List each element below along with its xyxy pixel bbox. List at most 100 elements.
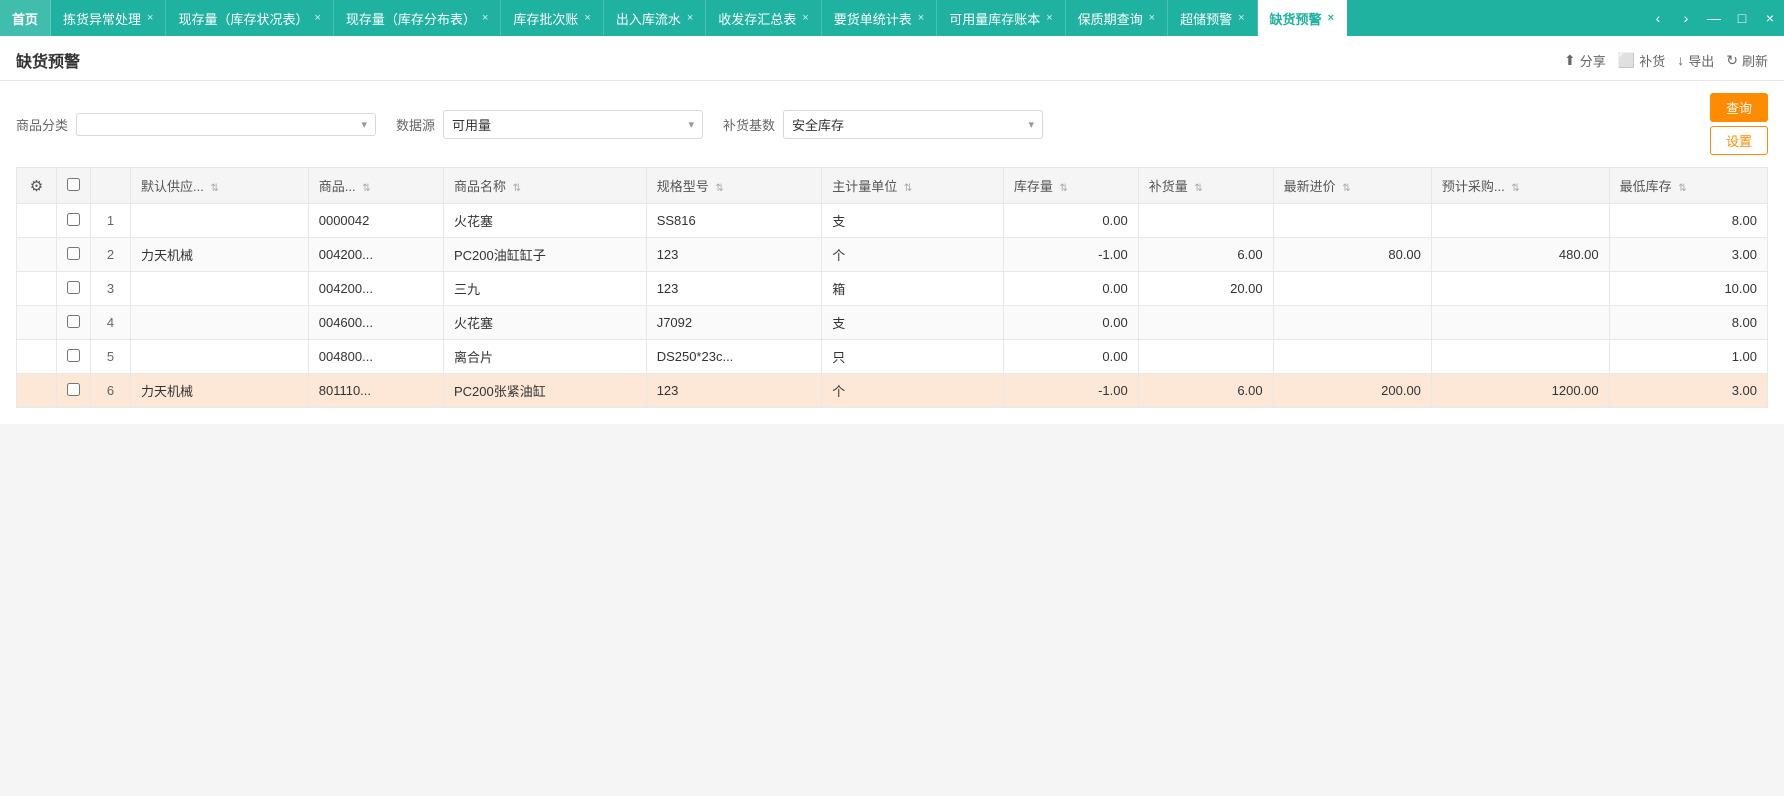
row-unit-cell: 支: [822, 204, 1004, 238]
row-checkbox-cell[interactable]: [57, 238, 91, 272]
row-spec-cell: 123: [646, 238, 822, 272]
row-settings-cell: [17, 306, 57, 340]
row-checkbox-cell[interactable]: [57, 340, 91, 374]
row-estimated-purchase-cell: [1431, 340, 1609, 374]
tab-close-icon[interactable]: ×: [1046, 12, 1052, 24]
tab-batch-anomaly[interactable]: 拣货异常处理 ×: [51, 0, 166, 36]
tab-home[interactable]: 首页: [0, 0, 51, 36]
table-header-product-name[interactable]: 商品名称 ⇅: [443, 168, 646, 204]
gear-icon[interactable]: ⚙: [30, 178, 43, 195]
tab-in-out-flow[interactable]: 出入库流水 ×: [604, 0, 706, 36]
row-checkbox-cell[interactable]: [57, 204, 91, 238]
tab-available-ledger[interactable]: 可用量库存账本 ×: [937, 0, 1065, 36]
tab-label: 保质期查询: [1078, 9, 1143, 28]
row-product-code-cell: 004800...: [308, 340, 443, 374]
row-latest-price-cell: [1273, 340, 1431, 374]
refresh-button[interactable]: ↻ 刷新: [1726, 51, 1768, 70]
share-icon: ⬆: [1564, 52, 1576, 69]
table-header-supplier[interactable]: 默认供应... ⇅: [131, 168, 309, 204]
table-header-latest-price[interactable]: 最新进价 ⇅: [1273, 168, 1431, 204]
tab-close-icon[interactable]: ×: [687, 12, 693, 24]
row-product-code-cell: 801110...: [308, 374, 443, 408]
table-row: 2力天机械004200...PC200油缸缸子123个-1.006.0080.0…: [17, 238, 1768, 272]
tab-close-icon[interactable]: ×: [314, 12, 320, 24]
row-checkbox[interactable]: [67, 281, 80, 294]
tab-label: 缺货预警: [1270, 9, 1322, 28]
tab-next-button[interactable]: ›: [1672, 0, 1700, 36]
row-num-cell: 3: [91, 272, 131, 306]
row-checkbox-cell[interactable]: [57, 306, 91, 340]
table-header-settings[interactable]: ⚙: [17, 168, 57, 204]
product-code-sort-icon: ⇅: [362, 183, 370, 194]
tab-order-stats[interactable]: 要货单统计表 ×: [822, 0, 937, 36]
export-button[interactable]: ↓ 导出: [1677, 51, 1714, 70]
tab-current-stock-dist[interactable]: 现存量（库存分布表） ×: [334, 0, 501, 36]
datasource-select[interactable]: 可用量 ▾: [443, 110, 703, 139]
tab-close-icon[interactable]: ×: [147, 12, 153, 24]
tab-label: 可用量库存账本: [949, 9, 1040, 28]
tab-close-icon[interactable]: ×: [802, 12, 808, 24]
table-header-replenish-qty[interactable]: 补货量 ⇅: [1138, 168, 1273, 204]
tab-shortage-warning[interactable]: 缺货预警 ×: [1258, 0, 1347, 36]
row-checkbox[interactable]: [67, 349, 80, 362]
row-settings-cell: [17, 272, 57, 306]
tab-current-stock-status[interactable]: 现存量（库存状况表） ×: [166, 0, 333, 36]
share-button[interactable]: ⬆ 分享: [1564, 51, 1606, 70]
row-supplier-cell: [131, 204, 309, 238]
tab-expiry-query[interactable]: 保质期查询 ×: [1066, 0, 1168, 36]
tab-close-window-button[interactable]: ×: [1756, 0, 1784, 36]
refresh-label: 刷新: [1742, 51, 1768, 70]
table-header-product-code[interactable]: 商品... ⇅: [308, 168, 443, 204]
estimated-purchase-sort-icon: ⇅: [1511, 183, 1519, 194]
tab-batch-account[interactable]: 库存批次账 ×: [501, 0, 603, 36]
select-all-checkbox[interactable]: [67, 178, 80, 191]
query-button[interactable]: 查询: [1710, 93, 1768, 122]
filter-group-category: 商品分类 ▾: [16, 113, 376, 136]
row-checkbox[interactable]: [67, 383, 80, 396]
replenish-qty-header-label: 补货量: [1149, 179, 1188, 194]
category-select[interactable]: ▾: [76, 113, 376, 136]
row-min-stock-cell: 10.00: [1609, 272, 1767, 306]
row-supplier-cell: 力天机械: [131, 238, 309, 272]
tab-overstock-warning[interactable]: 超储预警 ×: [1168, 0, 1257, 36]
tab-close-icon[interactable]: ×: [1328, 12, 1334, 24]
row-stock-cell: 0.00: [1003, 340, 1138, 374]
table-header-unit[interactable]: 主计量单位 ⇅: [822, 168, 1004, 204]
stock-sort-icon: ⇅: [1059, 183, 1067, 194]
row-checkbox-cell[interactable]: [57, 272, 91, 306]
tab-maximize-button[interactable]: □: [1728, 0, 1756, 36]
row-checkbox-cell[interactable]: [57, 374, 91, 408]
row-latest-price-cell: [1273, 306, 1431, 340]
row-estimated-purchase-cell: [1431, 306, 1609, 340]
tab-close-icon[interactable]: ×: [918, 12, 924, 24]
tab-receive-summary[interactable]: 收发存汇总表 ×: [706, 0, 821, 36]
tab-home-label: 首页: [12, 9, 38, 28]
row-product-name-cell: 火花塞: [443, 306, 646, 340]
tab-close-icon[interactable]: ×: [584, 12, 590, 24]
table-header-stock[interactable]: 库存量 ⇅: [1003, 168, 1138, 204]
table-header-estimated-purchase[interactable]: 预计采购... ⇅: [1431, 168, 1609, 204]
tab-minimize-button[interactable]: —: [1700, 0, 1728, 36]
page-content: 缺货预警 ⬆ 分享 ⬜ 补货 ↓ 导出 ↻ 刷新 商品分类: [0, 36, 1784, 424]
tab-close-icon[interactable]: ×: [482, 12, 488, 24]
row-spec-cell: 123: [646, 272, 822, 306]
replenish-icon: ⬜: [1618, 52, 1635, 69]
row-checkbox[interactable]: [67, 315, 80, 328]
tab-close-icon[interactable]: ×: [1149, 12, 1155, 24]
replenish-base-select[interactable]: 安全库存 ▾: [783, 110, 1043, 139]
replenish-button[interactable]: ⬜ 补货: [1618, 51, 1665, 70]
table-header-spec[interactable]: 规格型号 ⇅: [646, 168, 822, 204]
page-title: 缺货预警: [16, 48, 1564, 72]
row-checkbox[interactable]: [67, 247, 80, 260]
table-header-min-stock[interactable]: 最低库存 ⇅: [1609, 168, 1767, 204]
table-header-checkbox[interactable]: [57, 168, 91, 204]
row-product-name-cell: 火花塞: [443, 204, 646, 238]
row-replenish-qty-cell: [1138, 340, 1273, 374]
row-latest-price-cell: [1273, 204, 1431, 238]
settings-button[interactable]: 设置: [1710, 126, 1768, 155]
row-checkbox[interactable]: [67, 213, 80, 226]
tab-prev-button[interactable]: ‹: [1644, 0, 1672, 36]
tab-close-icon[interactable]: ×: [1238, 12, 1244, 24]
spec-header-label: 规格型号: [657, 179, 709, 194]
table-header-rownum: [91, 168, 131, 204]
